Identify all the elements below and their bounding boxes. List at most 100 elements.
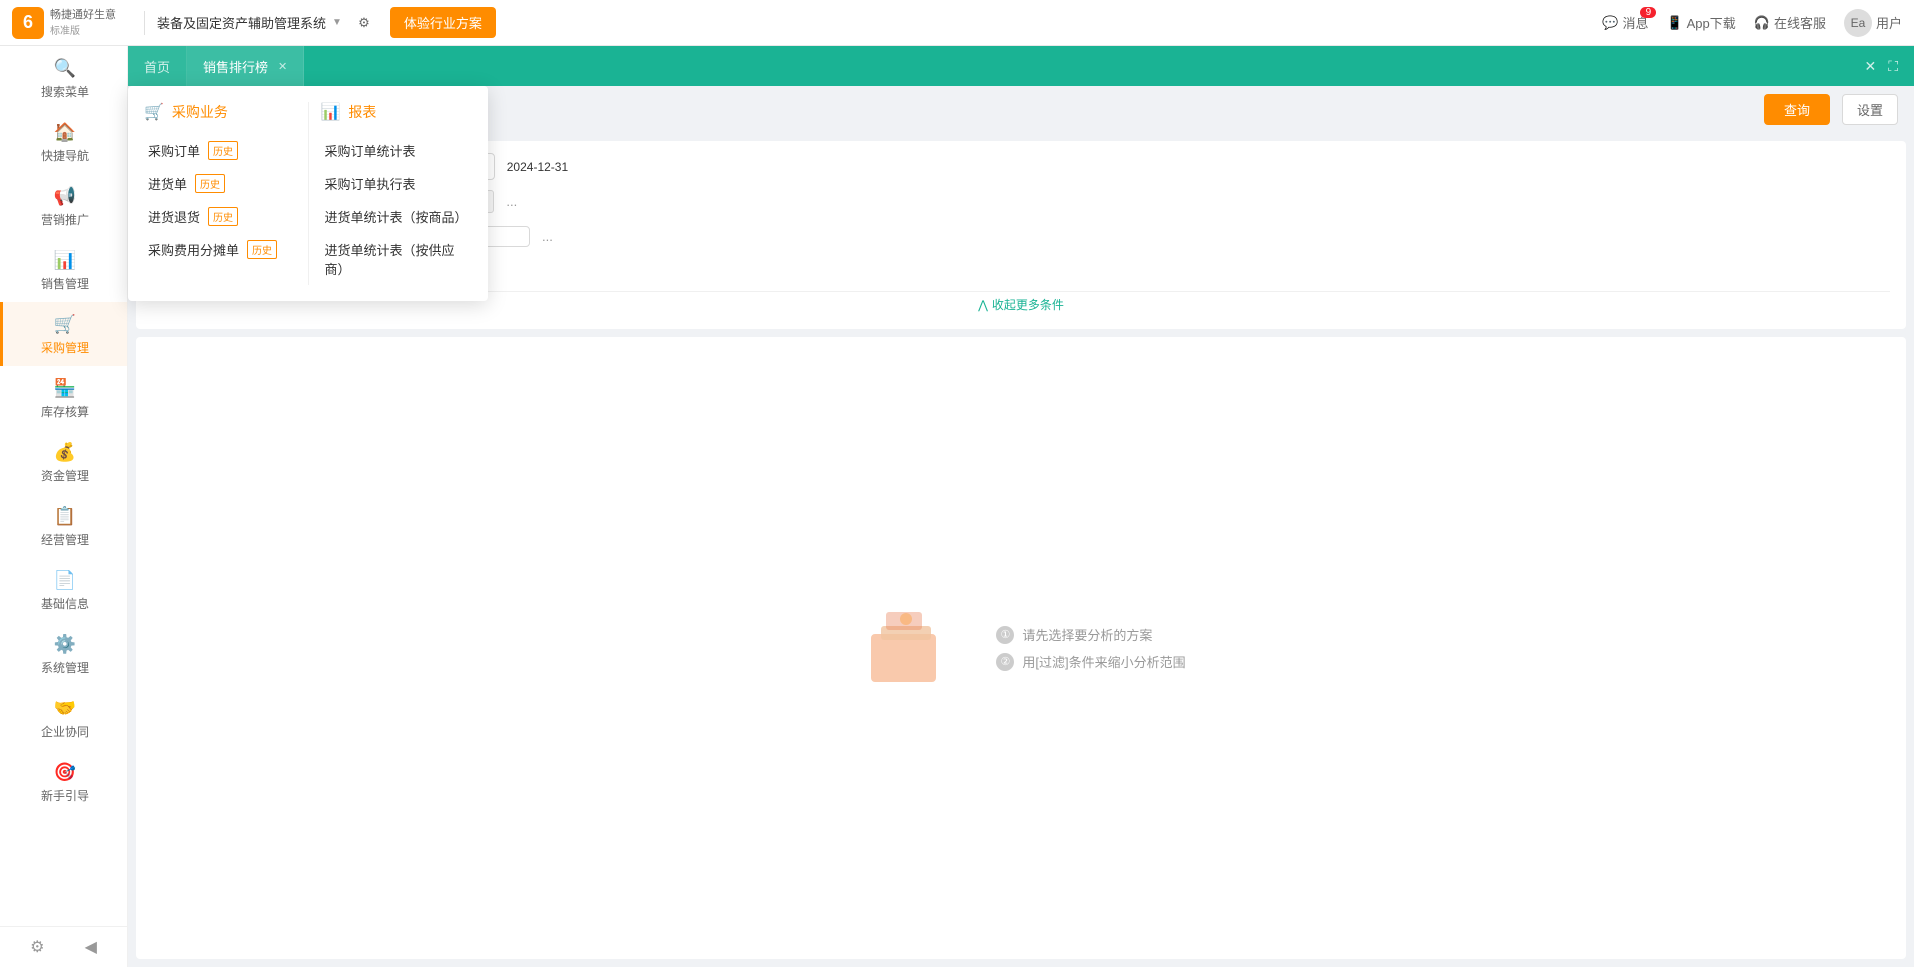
menu-item-expense[interactable]: 采购费用分摊单 历史 — [144, 233, 296, 266]
home-icon: 🏠 — [54, 122, 76, 143]
empty-wrapper: ① 请先选择要分析的方案 ② 用[过滤]条件来缩小分析范围 — [856, 604, 1185, 692]
sidebar-item-purchase[interactable]: 🛒 采购管理 — [0, 302, 127, 366]
settings-bottom-icon[interactable]: ⚙ — [30, 937, 44, 957]
message-icon: 💬 — [1602, 15, 1618, 31]
purchase-dropdown-menu: 🛒 采购业务 采购订单 历史 进货单 历史 进货退货 历史 采购费用分摊单 历史 — [128, 86, 488, 301]
menu-item-return[interactable]: 进货退货 历史 — [144, 200, 296, 233]
collab-icon: 🤝 — [54, 698, 76, 719]
logo-area: 6 畅捷通好生意 标准版 — [12, 7, 132, 39]
sidebar-item-system[interactable]: ⚙️ 系统管理 — [0, 622, 127, 686]
settings-small-btn[interactable]: 设置 — [1842, 94, 1898, 125]
sidebar-item-marketing[interactable]: 📢 营销推广 — [0, 174, 127, 238]
sales-icon: 📊 — [54, 250, 76, 271]
title-arrow-icon[interactable]: ▼ — [332, 17, 342, 28]
menu-divider — [308, 102, 309, 285]
message-badge: 9 — [1640, 7, 1656, 18]
messages-btn[interactable]: 💬 消息 9 — [1602, 13, 1648, 32]
menu-item-purchase-order[interactable]: 采购订单 历史 — [144, 134, 296, 167]
sidebar: 🔍 搜索菜单 🏠 快捷导航 📢 营销推广 📊 销售管理 🛒 采购管理 🏪 — [0, 46, 128, 967]
goods-dots[interactable]: ... — [506, 194, 517, 209]
top-right: 💬 消息 9 📱 App下载 🎧 在线客服 Ea 用户 — [1602, 9, 1902, 37]
logo-icon: 6 — [12, 7, 44, 39]
logo-sub: 标准版 — [50, 22, 116, 37]
sidebar-item-label: 库存核算 — [41, 403, 89, 420]
online-service-btn[interactable]: 🎧 在线客服 — [1754, 13, 1826, 32]
guide-icon: 🎯 — [54, 762, 76, 783]
purchase-section-icon: 🛒 — [144, 102, 164, 122]
purchase-icon: 🛒 — [54, 314, 76, 335]
sidebar-item-label: 搜索菜单 — [41, 83, 89, 100]
sidebar-item-basic[interactable]: 📄 基础信息 — [0, 558, 127, 622]
menu-item-inbound-by-supplier[interactable]: 进货单统计表（按供应商） — [321, 233, 473, 285]
menu-item-inbound-by-goods[interactable]: 进货单统计表（按商品） — [321, 200, 473, 233]
industry-btn[interactable]: 体验行业方案 — [390, 7, 496, 38]
top-bar: 6 畅捷通好生意 标准版 装备及固定资产辅助管理系统 ▼ ⚙ 体验行业方案 💬 … — [0, 0, 1914, 46]
tab-actions: ✕ ⛶ — [1848, 46, 1914, 86]
avatar: Ea — [1844, 9, 1872, 37]
empty-hint: ① 请先选择要分析的方案 ② 用[过滤]条件来缩小分析范围 — [996, 625, 1185, 671]
tab-bar: 首页 销售排行榜 ✕ ✕ ⛶ — [128, 46, 1914, 86]
hist-badge-return: 历史 — [208, 207, 238, 226]
menu-section-purchase: 🛒 采购业务 采购订单 历史 进货单 历史 进货退货 历史 采购费用分摊单 历史 — [144, 102, 296, 285]
menu-item-inbound[interactable]: 进货单 历史 — [144, 167, 296, 200]
search-icon: 🔍 — [54, 58, 76, 79]
marketing-icon: 📢 — [54, 186, 76, 207]
hint-item-1: ① 请先选择要分析的方案 — [996, 625, 1152, 644]
tab-close-window-icon[interactable]: ✕ — [1860, 54, 1880, 79]
tab-expand-icon[interactable]: ⛶ — [1884, 54, 1902, 79]
sidebar-item-label: 快捷导航 — [41, 147, 89, 164]
sidebar-item-label: 基础信息 — [41, 595, 89, 612]
hist-badge-purchase-order: 历史 — [208, 141, 238, 160]
app-container: 6 畅捷通好生意 标准版 装备及固定资产辅助管理系统 ▼ ⚙ 体验行业方案 💬 … — [0, 0, 1914, 967]
menu-item-order-stats[interactable]: 采购订单统计表 — [321, 134, 473, 167]
reports-section-icon: 📊 — [321, 102, 341, 122]
content-main: ① 请先选择要分析的方案 ② 用[过滤]条件来缩小分析范围 — [136, 337, 1906, 959]
sidebar-item-search[interactable]: 🔍 搜索菜单 — [0, 46, 127, 110]
sidebar-item-inventory[interactable]: 🏪 库存核算 — [0, 366, 127, 430]
menu-section-purchase-title: 🛒 采购业务 — [144, 102, 296, 122]
collapse-sidebar-icon[interactable]: ◀ — [85, 937, 97, 957]
sidebar-bottom: ⚙ ◀ — [0, 926, 127, 967]
hist-badge-expense: 历史 — [247, 240, 277, 259]
finance-icon: 💰 — [54, 442, 76, 463]
salesperson-dots[interactable]: ... — [542, 229, 553, 244]
sidebar-item-finance[interactable]: 💰 资金管理 — [0, 430, 127, 494]
hint-item-2: ② 用[过滤]条件来缩小分析范围 — [996, 652, 1185, 671]
sidebar-item-label: 采购管理 — [41, 339, 89, 356]
sidebar-item-label: 销售管理 — [41, 275, 89, 292]
user-btn[interactable]: Ea 用户 — [1844, 9, 1902, 37]
sidebar-item-label: 系统管理 — [41, 659, 89, 676]
tab-home[interactable]: 首页 — [128, 46, 187, 86]
query-btn[interactable]: 查询 — [1764, 94, 1830, 125]
menu-item-order-exec[interactable]: 采购订单执行表 — [321, 167, 473, 200]
sidebar-item-label: 资金管理 — [41, 467, 89, 484]
system-title: 装备及固定资产辅助管理系统 ▼ — [157, 13, 342, 32]
sidebar-item-label: 营销推广 — [41, 211, 89, 228]
top-divider — [144, 11, 145, 35]
sidebar-item-nav[interactable]: 🏠 快捷导航 — [0, 110, 127, 174]
empty-icon-area — [856, 604, 956, 684]
settings-icon-btn[interactable]: ⚙ — [350, 9, 378, 37]
menu-section-reports-title: 📊 报表 — [321, 102, 473, 122]
menu-section-reports: 📊 报表 采购订单统计表 采购订单执行表 进货单统计表（按商品） 进货单统计表（… — [321, 102, 473, 285]
hint-num-2: ② — [996, 653, 1014, 671]
sidebar-item-operations[interactable]: 📋 经营管理 — [0, 494, 127, 558]
sidebar-item-collab[interactable]: 🤝 企业协同 — [0, 686, 127, 750]
basic-icon: 📄 — [54, 570, 76, 591]
tab-sales-ranking[interactable]: 销售排行榜 ✕ — [187, 46, 304, 86]
phone-icon: 📱 — [1666, 15, 1682, 31]
date-range-value: 2024-12-31 — [507, 160, 568, 174]
app-download-btn[interactable]: 📱 App下载 — [1666, 13, 1735, 32]
operations-icon: 📋 — [54, 506, 76, 527]
sidebar-item-label: 企业协同 — [41, 723, 89, 740]
sidebar-item-sales[interactable]: 📊 销售管理 — [0, 238, 127, 302]
sidebar-item-guide[interactable]: 🎯 新手引导 — [0, 750, 127, 814]
hint-num-1: ① — [996, 626, 1014, 644]
logo-text-area: 畅捷通好生意 标准版 — [50, 8, 116, 37]
tab-close-icon[interactable]: ✕ — [278, 60, 287, 73]
hist-badge-inbound: 历史 — [195, 174, 225, 193]
headset-icon: 🎧 — [1754, 15, 1770, 31]
system-icon: ⚙️ — [54, 634, 76, 655]
empty-illustration — [856, 604, 956, 684]
inventory-icon: 🏪 — [54, 378, 76, 399]
